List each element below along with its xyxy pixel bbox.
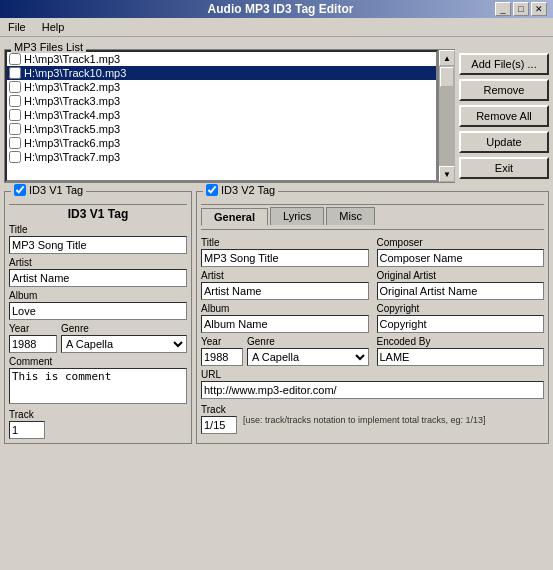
file-path: H:\mp3\Track2.mp3 [24,81,120,93]
id3v1-artist-label: Artist [9,257,187,268]
id3v1-year-input[interactable] [9,335,57,353]
id3v2-panel: ID3 V2 Tag General Lyrics Misc Title Com… [196,191,549,444]
v2-genre-select[interactable]: A CapellaBluesClassic RockCountryDiscoFu… [247,348,369,366]
file-checkbox[interactable] [9,109,21,121]
window-title: Audio MP3 ID3 Tag Editor [66,2,495,16]
id3v1-title-label: Title [9,224,187,235]
v2-artist-input[interactable] [201,282,369,300]
mp3-files-group-label: MP3 Files List [11,41,86,53]
menu-file[interactable]: File [4,20,30,34]
scroll-up-button[interactable]: ▲ [439,50,455,66]
file-list-item[interactable]: H:\mp3\Track10.mp3 [7,66,436,80]
file-checkbox[interactable] [9,53,21,65]
v2-title-label: Title [201,237,369,248]
v2-year-label: Year [201,336,243,347]
scroll-thumb[interactable] [440,67,454,87]
exit-button[interactable]: Exit [459,157,549,179]
id3v1-comment-label: Comment [9,356,187,367]
file-list-item[interactable]: H:\mp3\Track5.mp3 [7,122,436,136]
file-path: H:\mp3\Track7.mp3 [24,151,120,163]
file-list-item[interactable]: H:\mp3\Track1.mp3 [7,52,436,66]
file-path: H:\mp3\Track3.mp3 [24,95,120,107]
v2-original-artist-label: Original Artist [377,270,545,281]
id3v2-group-label: ID3 V2 Tag [221,184,275,196]
v2-track-label: Track [201,404,237,415]
v2-track-hint: [use: track/tracks notation to implement… [243,415,486,425]
id3v1-album-label: Album [9,290,187,301]
v2-original-artist-input[interactable] [377,282,545,300]
id3v1-track-input[interactable] [9,421,45,439]
v2-encoded-by-label: Encoded By [377,336,545,347]
id3v1-year-label: Year [9,323,57,334]
file-checkbox[interactable] [9,123,21,135]
remove-all-button[interactable]: Remove All [459,105,549,127]
id3v1-genre-select[interactable]: A CapellaBluesClassic RockCountryDiscoFu… [61,335,187,353]
file-list-item[interactable]: H:\mp3\Track4.mp3 [7,108,436,122]
v2-artist-label: Artist [201,270,369,281]
file-path: H:\mp3\Track4.mp3 [24,109,120,121]
file-path: H:\mp3\Track6.mp3 [24,137,120,149]
file-checkbox[interactable] [9,81,21,93]
tab-general[interactable]: General [201,208,268,226]
id3v1-title-input[interactable] [9,236,187,254]
id3v1-track-label: Track [9,409,187,420]
v2-track-input[interactable] [201,416,237,434]
id3v2-general-tab-content: Title Composer Artist Original A [201,229,544,434]
id3v2-enable-checkbox[interactable] [206,184,218,196]
file-list-item[interactable]: H:\mp3\Track6.mp3 [7,136,436,150]
remove-button[interactable]: Remove [459,79,549,101]
file-list-item[interactable]: H:\mp3\Track7.mp3 [7,150,436,164]
bottom-section: ID3 V1 Tag ID3 V1 Tag Title Artist Album… [0,187,553,448]
tab-misc[interactable]: Misc [326,207,375,225]
file-checkbox[interactable] [9,137,21,149]
v2-album-label: Album [201,303,369,314]
v2-copyright-input[interactable] [377,315,545,333]
v2-year-input[interactable] [201,348,243,366]
update-button[interactable]: Update [459,131,549,153]
id3v2-tabs: General Lyrics Misc [201,207,544,225]
top-section: MP3 Files List H:\mp3\Track1.mp3H:\mp3\T… [0,37,553,187]
title-bar: Audio MP3 ID3 Tag Editor _ □ ✕ [0,0,553,18]
id3v1-album-input[interactable] [9,302,187,320]
file-checkbox[interactable] [9,95,21,107]
v2-url-input[interactable] [201,381,544,399]
file-list-item[interactable]: H:\mp3\Track2.mp3 [7,80,436,94]
menu-help[interactable]: Help [38,20,69,34]
v2-copyright-label: Copyright [377,303,545,314]
id3v1-group-label: ID3 V1 Tag [29,184,83,196]
id3v1-artist-input[interactable] [9,269,187,287]
id3v1-comment-textarea[interactable] [9,368,187,404]
file-checkbox[interactable] [9,151,21,163]
v2-album-input[interactable] [201,315,369,333]
v2-url-label: URL [201,369,544,380]
id3v1-genre-label: Genre [61,323,187,334]
file-list-item[interactable]: H:\mp3\Track3.mp3 [7,94,436,108]
id3v1-header: ID3 V1 Tag [9,207,187,221]
maximize-button[interactable]: □ [513,2,529,16]
menu-bar: File Help [0,18,553,37]
tab-lyrics[interactable]: Lyrics [270,207,324,225]
id3v1-enable-checkbox[interactable] [14,184,26,196]
file-path: H:\mp3\Track5.mp3 [24,123,120,135]
file-list[interactable]: H:\mp3\Track1.mp3 H:\mp3\Track10.mp3 H:\mp… [5,50,438,182]
close-button[interactable]: ✕ [531,2,547,16]
file-path: H:\mp3\Track1.mp3 [24,53,120,65]
add-files-button[interactable]: Add File(s) ... [459,53,549,75]
v2-genre-label: Genre [247,336,369,347]
file-path: H:\mp3\Track10.mp3 [24,67,126,79]
file-list-panel: MP3 Files List H:\mp3\Track1.mp3H:\mp3\T… [4,41,455,183]
action-buttons-panel: Add File(s) ... Remove Remove All Update… [459,41,549,183]
minimize-button[interactable]: _ [495,2,511,16]
scroll-down-button[interactable]: ▼ [439,166,455,182]
v2-composer-input[interactable] [377,249,545,267]
file-checkbox[interactable] [9,67,21,79]
v2-title-input[interactable] [201,249,369,267]
v2-encoded-by-input[interactable] [377,348,545,366]
v2-composer-label: Composer [377,237,545,248]
id3v1-panel: ID3 V1 Tag ID3 V1 Tag Title Artist Album… [4,191,192,444]
scroll-track [439,66,455,166]
